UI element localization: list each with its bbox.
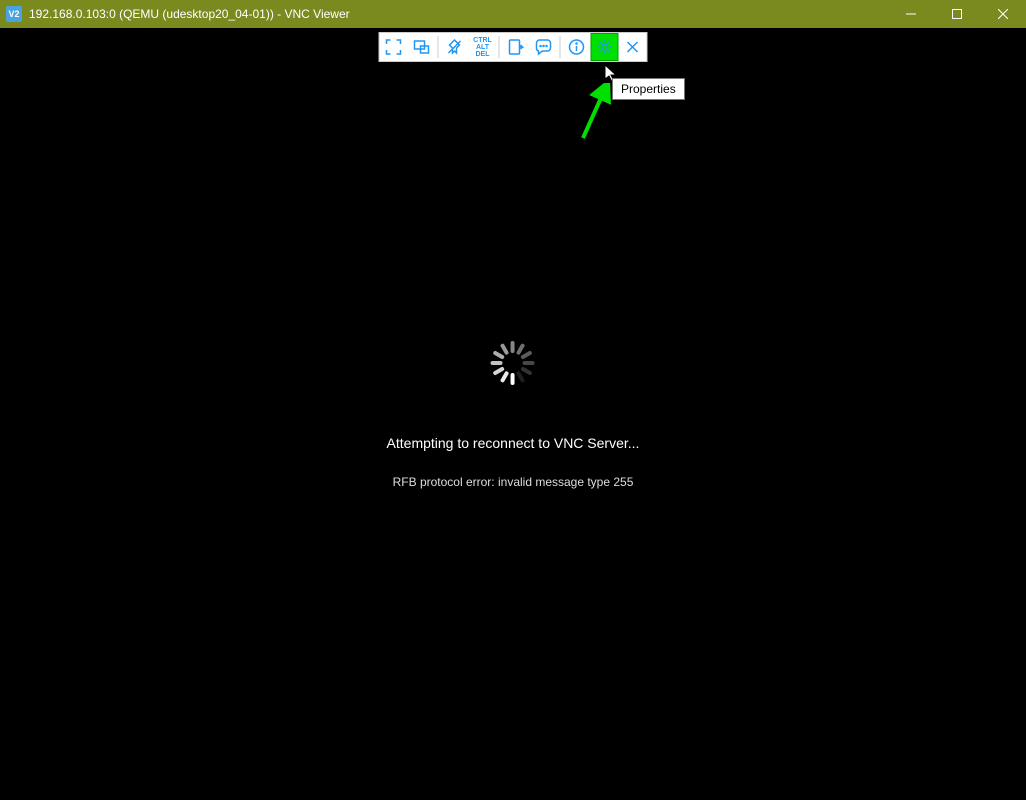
maximize-button[interactable] [934, 0, 980, 28]
vnc-logo-icon: V2 [6, 6, 22, 22]
info-button[interactable] [563, 33, 591, 61]
window-title: 192.168.0.103:0 (QEMU (udesktop20_04-01)… [29, 7, 350, 21]
toolbar-separator [438, 36, 439, 58]
toolbar-separator [560, 36, 561, 58]
vnc-client-area: CTRL ALT DEL Properties [0, 28, 1026, 800]
properties-button[interactable] [591, 33, 619, 61]
window-titlebar: V2 192.168.0.103:0 (QEMU (udesktop20_04-… [0, 0, 1026, 28]
ctrl-alt-del-button[interactable]: CTRL ALT DEL [469, 33, 497, 61]
pin-button[interactable] [441, 33, 469, 61]
loading-spinner-icon [489, 339, 537, 387]
fullscreen-button[interactable] [380, 33, 408, 61]
reconnect-status: Attempting to reconnect to VNC Server...… [387, 339, 640, 489]
vnc-toolbar: CTRL ALT DEL [379, 32, 648, 62]
status-message: Attempting to reconnect to VNC Server... [387, 435, 640, 451]
window-controls [888, 0, 1026, 28]
close-window-button[interactable] [980, 0, 1026, 28]
toolbar-separator [499, 36, 500, 58]
minimize-button[interactable] [888, 0, 934, 28]
properties-tooltip: Properties [612, 78, 685, 100]
window-scale-button[interactable] [408, 33, 436, 61]
chat-button[interactable] [530, 33, 558, 61]
error-message: RFB protocol error: invalid message type… [393, 475, 634, 489]
transfer-file-button[interactable] [502, 33, 530, 61]
close-session-button[interactable] [619, 33, 647, 61]
annotation-arrow-icon [575, 83, 615, 143]
